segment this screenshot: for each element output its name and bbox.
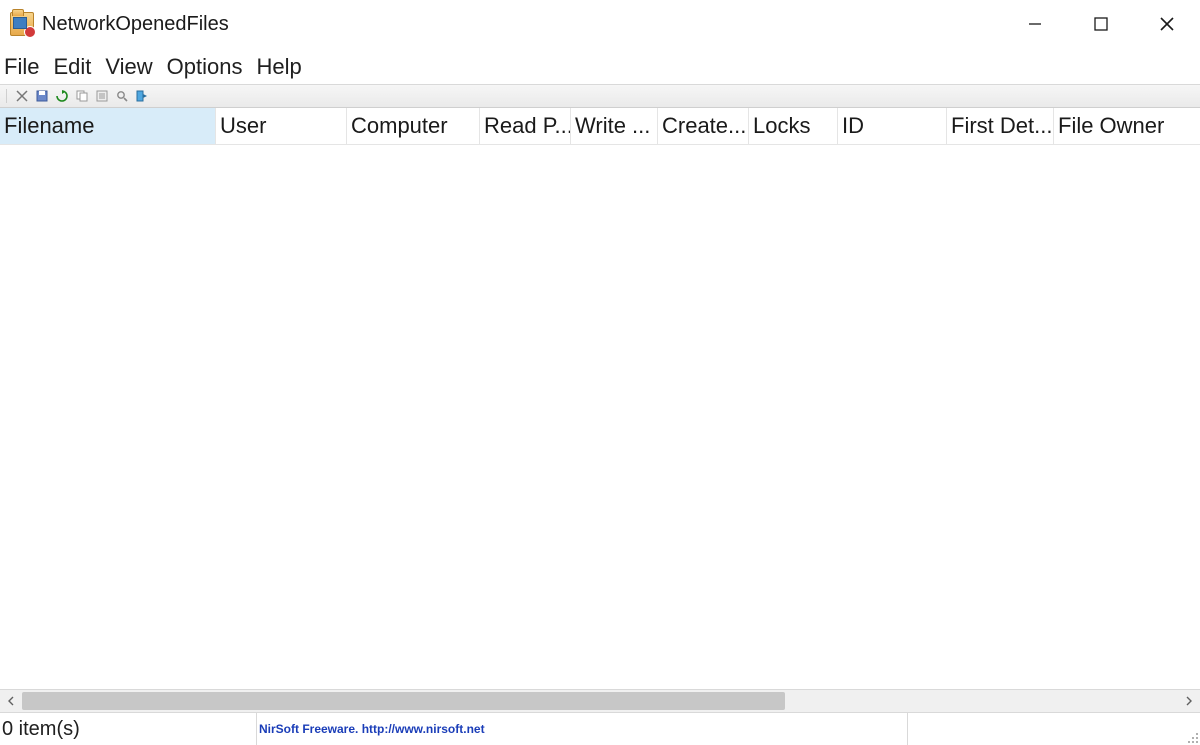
column-write-perm[interactable]: Write ... — [571, 108, 658, 144]
scroll-left-button[interactable] — [0, 690, 22, 712]
column-first-det[interactable]: First Det... — [947, 108, 1054, 144]
copy-icon[interactable] — [75, 89, 89, 103]
status-credit-text: NirSoft Freeware. http://www.nirsoft.net — [259, 722, 485, 736]
resize-grip-icon[interactable] — [1182, 727, 1198, 743]
column-file-owner[interactable]: File Owner — [1054, 108, 1200, 144]
column-read-perm[interactable]: Read P... — [480, 108, 571, 144]
app-window: NetworkOpenedFiles File Edit View Option… — [0, 0, 1200, 745]
column-filename[interactable]: Filename — [0, 108, 216, 144]
column-headers: Filename User Computer Read P... Write .… — [0, 108, 1200, 145]
minimize-button[interactable] — [1002, 0, 1068, 48]
horizontal-scrollbar[interactable] — [0, 689, 1200, 712]
title-bar[interactable]: NetworkOpenedFiles — [0, 0, 1200, 48]
menu-bar: File Edit View Options Help — [0, 48, 1200, 85]
find-icon[interactable] — [115, 89, 129, 103]
window-controls — [1002, 0, 1200, 48]
menu-options[interactable]: Options — [165, 52, 253, 82]
menu-view[interactable]: View — [103, 52, 162, 82]
scrollbar-thumb[interactable] — [22, 692, 785, 710]
maximize-button[interactable] — [1068, 0, 1134, 48]
column-locks[interactable]: Locks — [749, 108, 838, 144]
menu-help[interactable]: Help — [255, 52, 312, 82]
column-user[interactable]: User — [216, 108, 347, 144]
list-body[interactable] — [0, 145, 1200, 689]
toolbar — [0, 85, 1200, 108]
save-icon[interactable] — [35, 89, 49, 103]
toolbar-separator — [6, 89, 7, 103]
properties-icon[interactable] — [95, 89, 109, 103]
window-title: NetworkOpenedFiles — [42, 13, 229, 36]
close-file-icon[interactable] — [15, 89, 29, 103]
scroll-right-button[interactable] — [1178, 690, 1200, 712]
scrollbar-track[interactable] — [22, 690, 1178, 712]
status-bar: 0 item(s) NirSoft Freeware. http://www.n… — [0, 712, 1200, 745]
column-id[interactable]: ID — [838, 108, 947, 144]
menu-edit[interactable]: Edit — [51, 52, 101, 82]
close-button[interactable] — [1134, 0, 1200, 48]
menu-file[interactable]: File — [2, 52, 49, 82]
status-empty-cell — [907, 713, 1200, 745]
app-icon — [10, 12, 34, 36]
exit-icon[interactable] — [135, 89, 149, 103]
column-computer[interactable]: Computer — [347, 108, 480, 144]
refresh-icon[interactable] — [55, 89, 69, 103]
column-create-perm[interactable]: Create... — [658, 108, 749, 144]
status-item-count: 0 item(s) — [0, 713, 256, 745]
status-credit: NirSoft Freeware. http://www.nirsoft.net — [256, 713, 907, 745]
